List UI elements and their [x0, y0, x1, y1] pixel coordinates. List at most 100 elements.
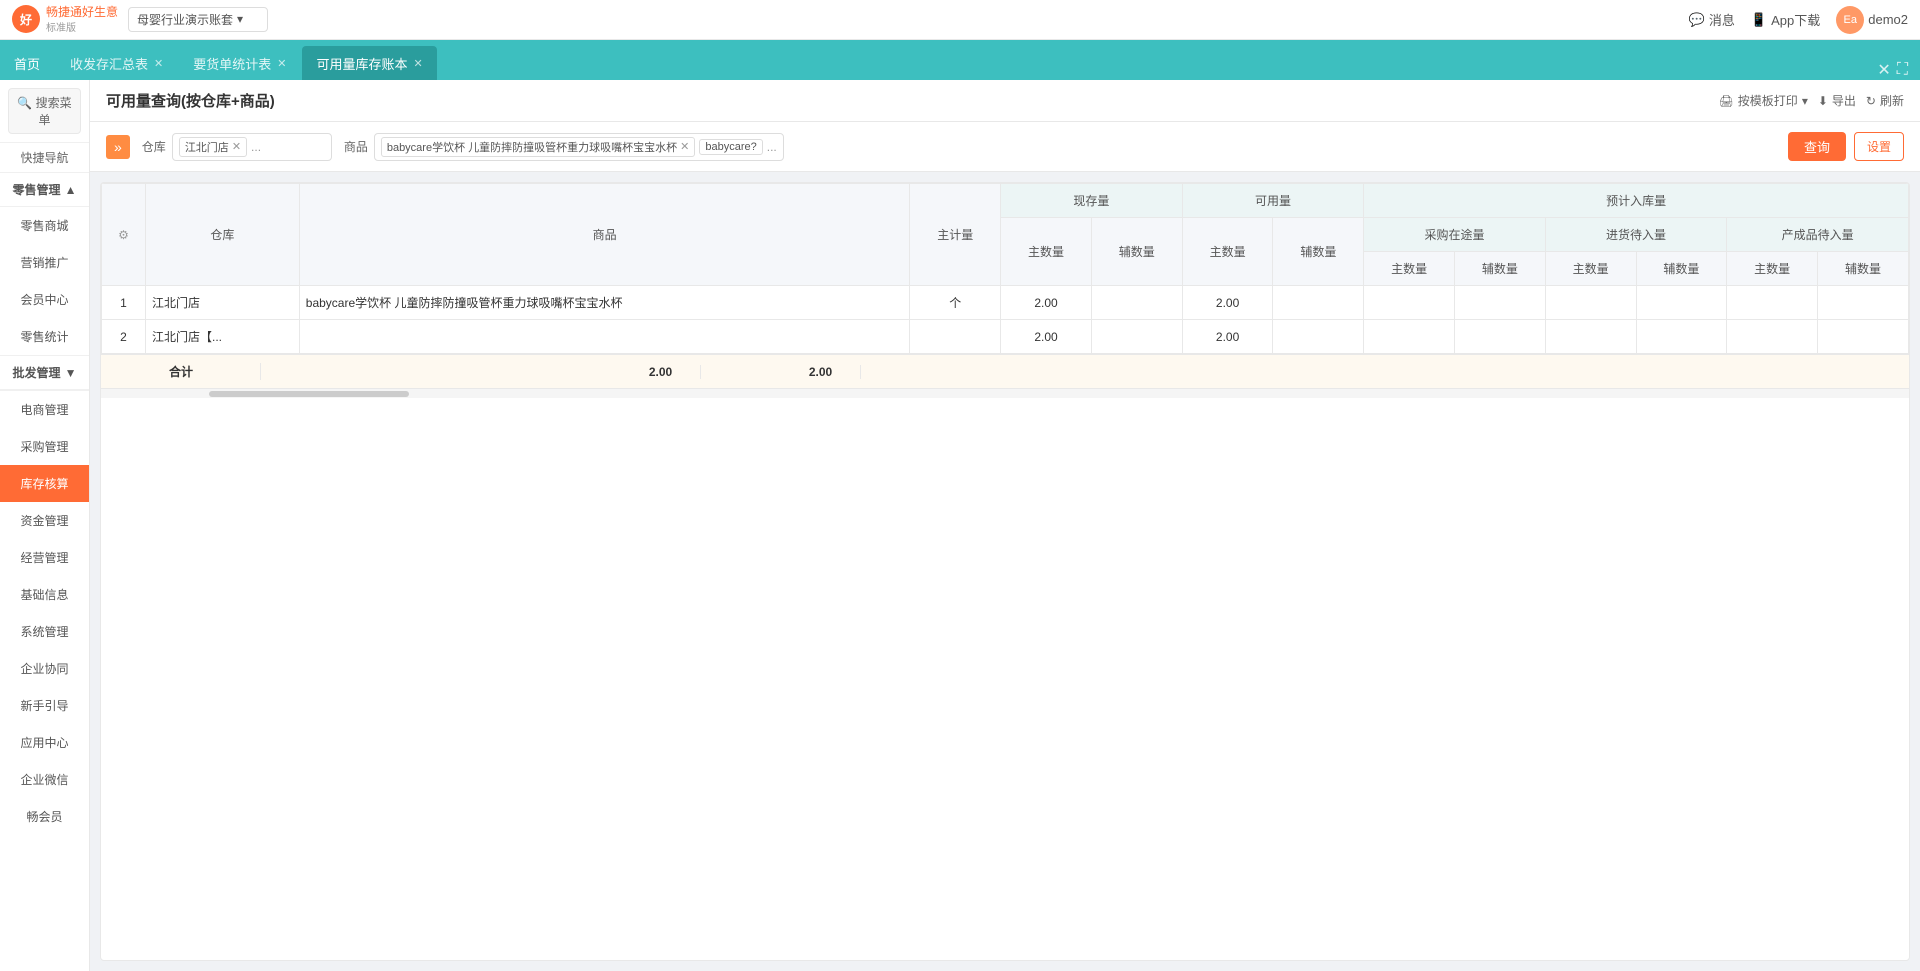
sidebar-item-marketing[interactable]: 营销推广: [0, 244, 89, 281]
product-tag2-text: babycare?: [705, 141, 756, 153]
sidebar-item-operation[interactable]: 经营管理: [0, 539, 89, 576]
sidebar-basic-info-label: 基础信息: [20, 586, 68, 603]
table-row: 2 江北门店【... 2.00 2.00: [102, 320, 1909, 354]
chevron-icon: ▲: [65, 183, 77, 197]
product-filter-label: 商品: [344, 138, 368, 155]
user-menu[interactable]: Ea demo2: [1836, 6, 1908, 34]
col-avail-aux-header: 辅数量: [1273, 218, 1364, 286]
sidebar-item-basic-info[interactable]: 基础信息: [0, 576, 89, 613]
cell-current-main: 2.00: [1001, 320, 1092, 354]
refresh-btn[interactable]: ↻ 刷新: [1866, 92, 1904, 109]
product-filter-tags[interactable]: babycare学饮杯 儿童防摔防撞吸管杯重力球吸嘴杯宝宝水杯 ✕ babyca…: [374, 133, 784, 161]
tab-receipt-summary[interactable]: 收发存汇总表 ✕: [56, 46, 177, 80]
sidebar-item-member[interactable]: 会员中心: [0, 281, 89, 318]
sidebar-search: 🔍 搜索菜单: [0, 80, 89, 143]
sidebar-new-guide-label: 新手引导: [20, 697, 68, 714]
table-row: 1 江北门店 babycare学饮杯 儿童防摔防撞吸管杯重力球吸嘴杯宝宝水杯 个…: [102, 286, 1909, 320]
sidebar-item-ecommerce[interactable]: 电商管理: [0, 391, 89, 428]
sidebar-item-retail-mgmt[interactable]: 零售管理 ▲: [0, 173, 89, 207]
warehouse-tag-close[interactable]: ✕: [232, 140, 241, 153]
tab-receipt-summary-close[interactable]: ✕: [154, 57, 163, 70]
cell-unit: [910, 320, 1001, 354]
sidebar-system-label: 系统管理: [20, 623, 68, 640]
sidebar-retail-stats-label: 零售统计: [20, 328, 68, 345]
logo-sub: 标准版: [46, 19, 118, 34]
cell-incoming-main: [1545, 320, 1636, 354]
sidebar-ecommerce-label: 电商管理: [20, 401, 68, 418]
product-tag-close[interactable]: ✕: [680, 140, 689, 153]
cell-index: 2: [102, 320, 146, 354]
cell-current-aux: [1091, 286, 1182, 320]
sidebar-item-wholesale-mgmt[interactable]: 批发管理 ▼: [0, 356, 89, 390]
sidebar-item-app-center[interactable]: 应用中心: [0, 724, 89, 761]
sidebar-item-member-plus[interactable]: 畅会员: [0, 798, 89, 835]
sidebar-item-retail-stats[interactable]: 零售统计: [0, 318, 89, 355]
export-btn[interactable]: ⬇ 导出: [1818, 92, 1856, 109]
page-header: 可用量查询(按仓库+商品) 🖨 按模板打印 ▾ ⬇ 导出 ↻ 刷新: [90, 80, 1920, 122]
sidebar-nav-label: 快捷导航: [20, 151, 68, 165]
col-incoming-aux-header: 辅数量: [1636, 252, 1727, 286]
filter-bar: » 仓库 江北门店 ✕ ... 商品 babycare学饮杯 儿童防摔防撞吸管杯…: [90, 122, 1920, 172]
cell-purchase-main: [1364, 320, 1455, 354]
app-download-btn[interactable]: 📱 App下载: [1751, 10, 1820, 29]
table-footer: 合计 2.00 2.00: [101, 354, 1909, 388]
app-download-label: App下载: [1771, 10, 1820, 29]
warehouse-filter-more[interactable]: ...: [251, 140, 261, 154]
cell-product-aux: [1818, 320, 1909, 354]
tab-order-stats[interactable]: 要货单统计表 ✕: [179, 46, 300, 80]
table-settings-icon[interactable]: ⚙: [118, 228, 129, 242]
print-btn[interactable]: 🖨 按模板打印 ▾: [1719, 92, 1808, 109]
query-btn[interactable]: 查询: [1788, 132, 1846, 161]
cell-warehouse: 江北门店: [146, 286, 300, 320]
product-tag-babycare2: babycare?: [699, 139, 762, 155]
industry-label: 母婴行业演示账套: [137, 11, 233, 28]
sidebar-nav-btn[interactable]: 快捷导航: [0, 143, 89, 173]
sidebar-item-inventory[interactable]: 库存核算: [0, 465, 89, 502]
tab-order-stats-close[interactable]: ✕: [277, 57, 286, 70]
product-tag-text: babycare学饮杯 儿童防摔防撞吸管杯重力球吸嘴杯宝宝水杯: [387, 139, 677, 155]
sidebar-item-retail-store[interactable]: 零售商城: [0, 207, 89, 244]
tab-order-stats-label: 要货单统计表: [193, 54, 271, 73]
warehouse-filter-tags[interactable]: 江北门店 ✕ ...: [172, 133, 332, 161]
cell-avail-main: 2.00: [1182, 286, 1273, 320]
sidebar-item-new-guide[interactable]: 新手引导: [0, 687, 89, 724]
search-icon: 🔍: [17, 96, 32, 110]
tab-available-stock-close[interactable]: ✕: [414, 57, 423, 70]
print-label: 按模板打印: [1738, 92, 1798, 109]
cell-product: [299, 320, 910, 354]
filter-expand-btn[interactable]: »: [106, 135, 130, 159]
avatar: Ea: [1836, 6, 1864, 34]
message-btn[interactable]: 💬 消息: [1689, 10, 1735, 29]
sidebar-search-btn[interactable]: 🔍 搜索菜单: [8, 88, 81, 134]
cell-product: babycare学饮杯 儿童防摔防撞吸管杯重力球吸嘴杯宝宝水杯: [299, 286, 910, 320]
cell-incoming-main: [1545, 286, 1636, 320]
sidebar-menu-group-wholesale: 批发管理 ▼: [0, 356, 89, 391]
table-container[interactable]: ⚙ 仓库 商品 主计量 现存量 可用量 预计入库量 主数量 辅数量 主数量 辅数…: [100, 182, 1910, 961]
product-filter-more[interactable]: ...: [767, 140, 777, 154]
user-name: demo2: [1868, 12, 1908, 27]
sidebar-item-system[interactable]: 系统管理: [0, 613, 89, 650]
top-bar-left: 好 畅捷通好生意 标准版 母婴行业演示账套 ▾: [12, 5, 268, 34]
settings-btn[interactable]: 设置: [1854, 132, 1904, 161]
industry-select[interactable]: 母婴行业演示账套 ▾: [128, 7, 268, 32]
col-current-stock-header: 现存量: [1001, 184, 1183, 218]
sidebar-item-purchase[interactable]: 采购管理: [0, 428, 89, 465]
warehouse-filter-group: 仓库 江北门店 ✕ ...: [142, 133, 332, 161]
col-current-aux-header: 辅数量: [1091, 218, 1182, 286]
sidebar-item-enterprise[interactable]: 企业协同: [0, 650, 89, 687]
sidebar: 🔍 搜索菜单 快捷导航 零售管理 ▲ 零售商城 营销推广 会员中心 零售统计: [0, 80, 90, 971]
sidebar-app-center-label: 应用中心: [20, 734, 68, 751]
col-forecast-header: 预计入库量: [1364, 184, 1909, 218]
refresh-label: 刷新: [1880, 92, 1904, 109]
sidebar-item-finance[interactable]: 资金管理: [0, 502, 89, 539]
sidebar-item-enterprise-wechat[interactable]: 企业微信: [0, 761, 89, 798]
cell-index: 1: [102, 286, 146, 320]
tab-available-stock[interactable]: 可用量库存账本 ✕: [302, 46, 436, 80]
cell-purchase-aux: [1454, 320, 1545, 354]
cell-warehouse: 江北门店【...: [146, 320, 300, 354]
tab-home[interactable]: 首页: [0, 46, 54, 80]
cell-product-main: [1727, 320, 1818, 354]
main-layout: 🔍 搜索菜单 快捷导航 零售管理 ▲ 零售商城 营销推广 会员中心 零售统计: [0, 80, 1920, 971]
tab-fullscreen-btn[interactable]: ⛶: [1897, 61, 1908, 79]
tab-close-all-btn[interactable]: ✕: [1877, 60, 1890, 80]
